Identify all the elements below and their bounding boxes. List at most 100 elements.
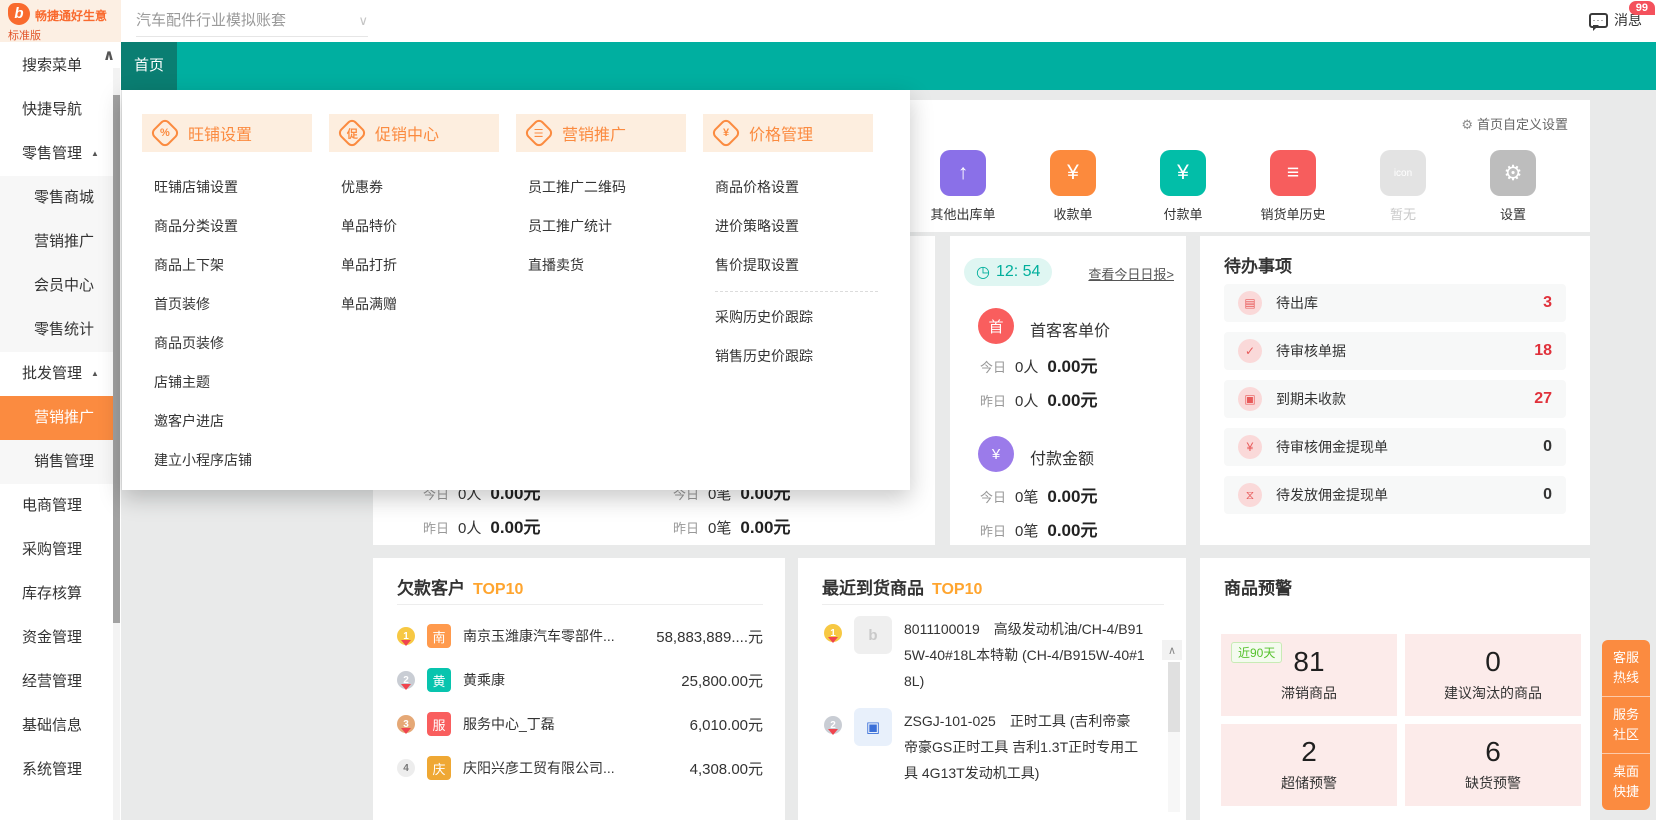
account-set-selector[interactable]: 汽车配件行业模拟账套 ∨ xyxy=(136,4,368,37)
section-diamond-icon: ¥ xyxy=(710,117,742,149)
quick-action-label: 销货单历史 xyxy=(1260,207,1326,222)
mega-menu-item[interactable]: 商品价格设置 xyxy=(703,168,890,207)
todo-item[interactable]: ▣ 到期未收款 27 xyxy=(1224,380,1566,418)
product-image: ▣ xyxy=(854,708,892,746)
stat-group: 今日 0笔 0.00元 昨日 0笔 0.00元 xyxy=(980,482,1097,550)
sidebar-item[interactable]: 系统管理▲ xyxy=(0,748,113,792)
mega-menu-item[interactable]: 单品打折 xyxy=(329,246,516,285)
quick-action-label: 暂无 xyxy=(1389,207,1416,222)
product-description: ZSGJ-101-025 正时工具 (吉利帝豪 帝豪GS正时工具 吉利1.3T正… xyxy=(904,713,1139,781)
sidebar-item-label: 零售商城 xyxy=(34,189,95,206)
mega-menu-section-header: ¥ 价格管理 xyxy=(703,114,873,152)
mega-menu-item[interactable]: 员工推广二维码 xyxy=(516,168,703,207)
sidebar-item[interactable]: 快捷导航▲ xyxy=(0,88,113,132)
sidebar-scroll-up-icon[interactable]: ∧ xyxy=(103,46,115,64)
stat-row: 昨日 0人 0.00元 xyxy=(980,386,1097,411)
floating-button[interactable]: 桌面快捷 xyxy=(1602,754,1650,810)
avatar: 服 xyxy=(427,712,451,736)
list-scrollbar-thumb[interactable] xyxy=(1168,662,1180,732)
todo-item-icon: ▣ xyxy=(1238,387,1262,411)
avatar: 南 xyxy=(427,624,451,648)
sidebar-item[interactable]: 库存核算▲ xyxy=(0,572,113,616)
mega-menu-item[interactable]: 单品满赠 xyxy=(329,285,516,324)
quick-action-item[interactable]: ¥ 付款单 xyxy=(1138,150,1228,223)
sidebar-item[interactable]: 搜索菜单▲ xyxy=(0,44,113,88)
sidebar-item[interactable]: 采购管理▲ xyxy=(0,528,113,572)
quick-action-item[interactable]: ≡ 销货单历史 xyxy=(1248,150,1338,223)
sidebar-scrollbar-thumb[interactable] xyxy=(113,95,120,623)
stat-period: 昨日 xyxy=(673,521,700,536)
mega-menu-item[interactable]: 商品页装修 xyxy=(142,324,329,363)
sidebar-item[interactable]: 营销推广▲ xyxy=(0,220,113,264)
tab-home[interactable]: 首页 xyxy=(121,42,177,90)
list-scroll-up-icon[interactable]: ∧ xyxy=(1162,640,1182,660)
product-image: b xyxy=(854,616,892,654)
sidebar-item[interactable]: 批发管理 ▲ xyxy=(0,352,113,396)
mega-menu-item[interactable]: 建立小程序店铺 xyxy=(142,441,329,480)
todo-item[interactable]: ▤ 待出库 3 xyxy=(1224,284,1566,322)
home-customize-link[interactable]: ⚙ 首页自定义设置 xyxy=(1461,114,1568,133)
mega-menu-item[interactable]: 单品特价 xyxy=(329,207,516,246)
daily-report-link[interactable]: 查看今日日报> xyxy=(1088,264,1174,283)
mega-menu-item[interactable]: 商品上下架 xyxy=(142,246,329,285)
mega-menu-item[interactable]: 商品分类设置 xyxy=(142,207,329,246)
sidebar-item[interactable]: 经营管理▲ xyxy=(0,660,113,704)
sidebar-item[interactable]: 会员中心▲ xyxy=(0,264,113,308)
avatar: 庆 xyxy=(427,756,451,780)
alert-card[interactable]: 2 超储预警 xyxy=(1221,724,1397,806)
stat-amount: 0.00元 xyxy=(1047,521,1098,540)
quick-action-item[interactable]: icon 暂无 xyxy=(1358,150,1448,223)
mega-menu-section: ☰ 营销推广 员工推广二维码 员工推广统计 直播卖货 xyxy=(516,114,703,466)
sidebar-item[interactable]: 销售管理▲ xyxy=(0,440,113,484)
daily-summary-card: ◷ 12: 54 查看今日日报> 首 首客客单价 今日 0人 0.00元 昨日 … xyxy=(950,236,1186,545)
debt-title: 欠款客户 TOP10 xyxy=(397,574,523,599)
mega-menu-item[interactable]: 优惠券 xyxy=(329,168,516,207)
quick-action-glyph: ↑ xyxy=(957,161,969,184)
payment-wallet-icon: ¥ xyxy=(978,436,1014,472)
mega-menu-item[interactable]: 进价策略设置 xyxy=(703,207,890,246)
sidebar-item[interactable]: 电商管理▲ xyxy=(0,484,113,528)
brand-edition: 标准版 xyxy=(8,30,41,42)
alert-card[interactable]: 近90天 81 滞销商品 xyxy=(1221,634,1397,716)
stat-period: 今日 xyxy=(980,490,1007,505)
alert-card[interactable]: 0 建议淘汰的商品 xyxy=(1405,634,1581,716)
sidebar-item[interactable]: 零售管理 ▲ xyxy=(0,132,113,176)
mega-menu-item[interactable]: 直播卖货 xyxy=(516,246,703,285)
sidebar-item-label: 快捷导航 xyxy=(22,101,83,118)
arrival-row: 1 b 8011100019 高级发动机油/CH-4/B915W-40#18L本… xyxy=(824,616,1148,694)
sidebar-item[interactable]: 营销推广▲ xyxy=(0,396,113,440)
alert-card[interactable]: 6 缺货预警 xyxy=(1405,724,1581,806)
quick-action-row: ↑ 其他出库单 ¥ 收款单 ¥ 付款单 ≡ 销货单历史 icon 暂无 ⚙ 设置 xyxy=(918,150,1558,223)
rank-medal-icon: 1 xyxy=(397,627,415,646)
quick-action-item[interactable]: ⚙ 设置 xyxy=(1468,150,1558,223)
mega-menu-item[interactable]: 首页装修 xyxy=(142,285,329,324)
sidebar-item[interactable]: 资金管理▲ xyxy=(0,616,113,660)
todo-item[interactable]: ¥ 待审核佣金提现单 0 xyxy=(1224,428,1566,466)
floating-button[interactable]: 服务社区 xyxy=(1602,697,1650,754)
floating-button[interactable]: 客服热线 xyxy=(1602,640,1650,697)
todo-item[interactable]: ⧖ 待发放佣金提现单 0 xyxy=(1224,476,1566,514)
mega-menu-item[interactable]: 销售历史价跟踪 xyxy=(703,337,890,376)
mega-menu-item[interactable]: 员工推广统计 xyxy=(516,207,703,246)
alerts-title: 商品预警 xyxy=(1224,579,1292,598)
mega-menu-item[interactable]: 售价提取设置 xyxy=(703,246,890,285)
quick-action-item[interactable]: ¥ 收款单 xyxy=(1028,150,1118,223)
mega-menu-item[interactable]: 店铺主题 xyxy=(142,363,329,402)
list-scrollbar-track[interactable] xyxy=(1168,662,1180,812)
mega-menu-item[interactable]: 旺铺店铺设置 xyxy=(142,168,329,207)
mega-menu-item[interactable]: 邀客户进店 xyxy=(142,402,329,441)
stat-row: 昨日 0笔 0.00元 xyxy=(673,513,790,538)
todo-item[interactable]: ✓ 待审核单据 18 xyxy=(1224,332,1566,370)
quick-action-item[interactable]: ↑ 其他出库单 xyxy=(918,150,1008,223)
sidebar-item[interactable]: 零售统计▲ xyxy=(0,308,113,352)
mega-menu: % 旺铺设置 旺铺店铺设置 商品分类设置 商品上下架 首页装修 商品页装修 店铺主题 邀客户… xyxy=(122,90,910,490)
mega-menu-section-header: % 旺铺设置 xyxy=(142,114,312,152)
alert-value: 0 xyxy=(1485,646,1501,677)
sidebar-item-label: 批发管理 xyxy=(22,365,83,382)
app-root: b 畅捷通好生意 标准版 汽车配件行业模拟账套 ∨ ··· 消息 99 搜索菜单… xyxy=(0,0,1656,820)
sidebar-item[interactable]: 基础信息▲ xyxy=(0,704,113,748)
brand-logo-icon: b xyxy=(8,3,30,25)
mega-menu-item[interactable]: 采购历史价跟踪 xyxy=(703,298,890,337)
messages-button[interactable]: ··· 消息 99 xyxy=(1589,1,1655,31)
sidebar-item[interactable]: 零售商城▲ xyxy=(0,176,113,220)
